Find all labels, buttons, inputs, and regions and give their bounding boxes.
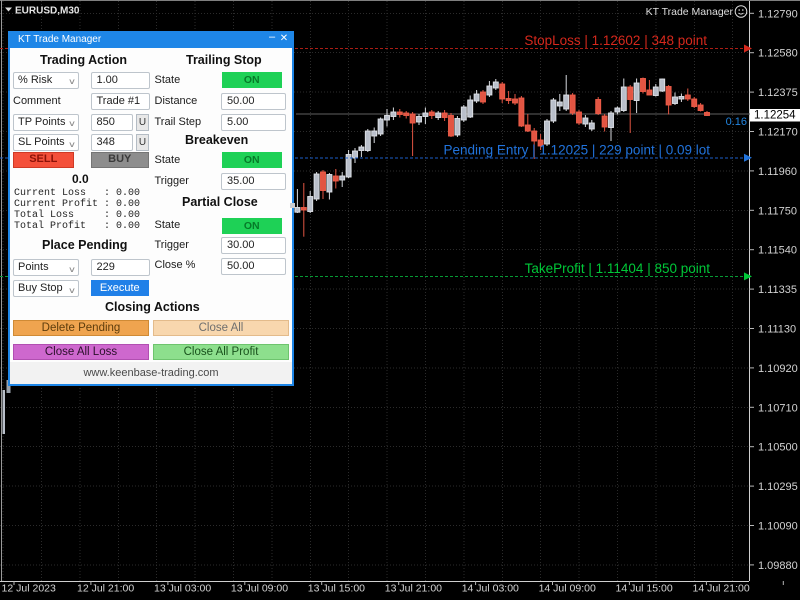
- svg-text:1.10090: 1.10090: [758, 521, 798, 533]
- svg-text:Pending Entry | 1.12025 | 229: Pending Entry | 1.12025 | 229 point | 0.…: [444, 143, 711, 158]
- svg-text:13 Jul 03:00: 13 Jul 03:00: [154, 583, 211, 595]
- svg-text:1.11540: 1.11540: [758, 245, 797, 257]
- svg-text:13 Jul 09:00: 13 Jul 09:00: [231, 583, 288, 595]
- svg-text:EURUSD,M30: EURUSD,M30: [15, 6, 80, 17]
- svg-text:14 Jul 03:00: 14 Jul 03:00: [462, 583, 519, 595]
- svg-text:1.10920: 1.10920: [758, 363, 798, 375]
- svg-text:1.12375: 1.12375: [758, 87, 798, 99]
- svg-text:0.16: 0.16: [726, 116, 747, 128]
- svg-text:1.11750: 1.11750: [758, 205, 797, 217]
- svg-text:1.11130: 1.11130: [758, 324, 796, 336]
- svg-text:1.12790: 1.12790: [758, 8, 798, 20]
- svg-text:TakeProfit | 1.11404 | 850 poi: TakeProfit | 1.11404 | 850 point: [525, 261, 711, 276]
- svg-text:12 Jul 2023: 12 Jul 2023: [2, 583, 56, 595]
- svg-text:12 Jul 21:00: 12 Jul 21:00: [77, 583, 134, 595]
- svg-text:14 Jul 21:00: 14 Jul 21:00: [692, 583, 749, 595]
- svg-text:1.10295: 1.10295: [758, 481, 798, 493]
- svg-text:13 Jul 21:00: 13 Jul 21:00: [385, 583, 442, 595]
- svg-text:1.12254: 1.12254: [754, 110, 796, 122]
- svg-text:StopLoss | 1.12602 | 348 point: StopLoss | 1.12602 | 348 point: [524, 33, 707, 48]
- svg-text:1.12580: 1.12580: [758, 48, 798, 60]
- svg-text:13 Jul 15:00: 13 Jul 15:00: [308, 583, 365, 595]
- svg-text:1.12170: 1.12170: [758, 127, 798, 139]
- svg-text:1.11960: 1.11960: [758, 166, 797, 178]
- svg-text:1.10710: 1.10710: [758, 402, 798, 414]
- svg-text:14 Jul 15:00: 14 Jul 15:00: [615, 583, 672, 595]
- svg-text:1.11335: 1.11335: [758, 284, 797, 296]
- svg-text:1.09880: 1.09880: [758, 560, 798, 572]
- svg-text:14 Jul 09:00: 14 Jul 09:00: [539, 583, 596, 595]
- svg-text:KT Trade Manager: KT Trade Manager: [646, 6, 734, 18]
- svg-text:1.10500: 1.10500: [758, 442, 798, 454]
